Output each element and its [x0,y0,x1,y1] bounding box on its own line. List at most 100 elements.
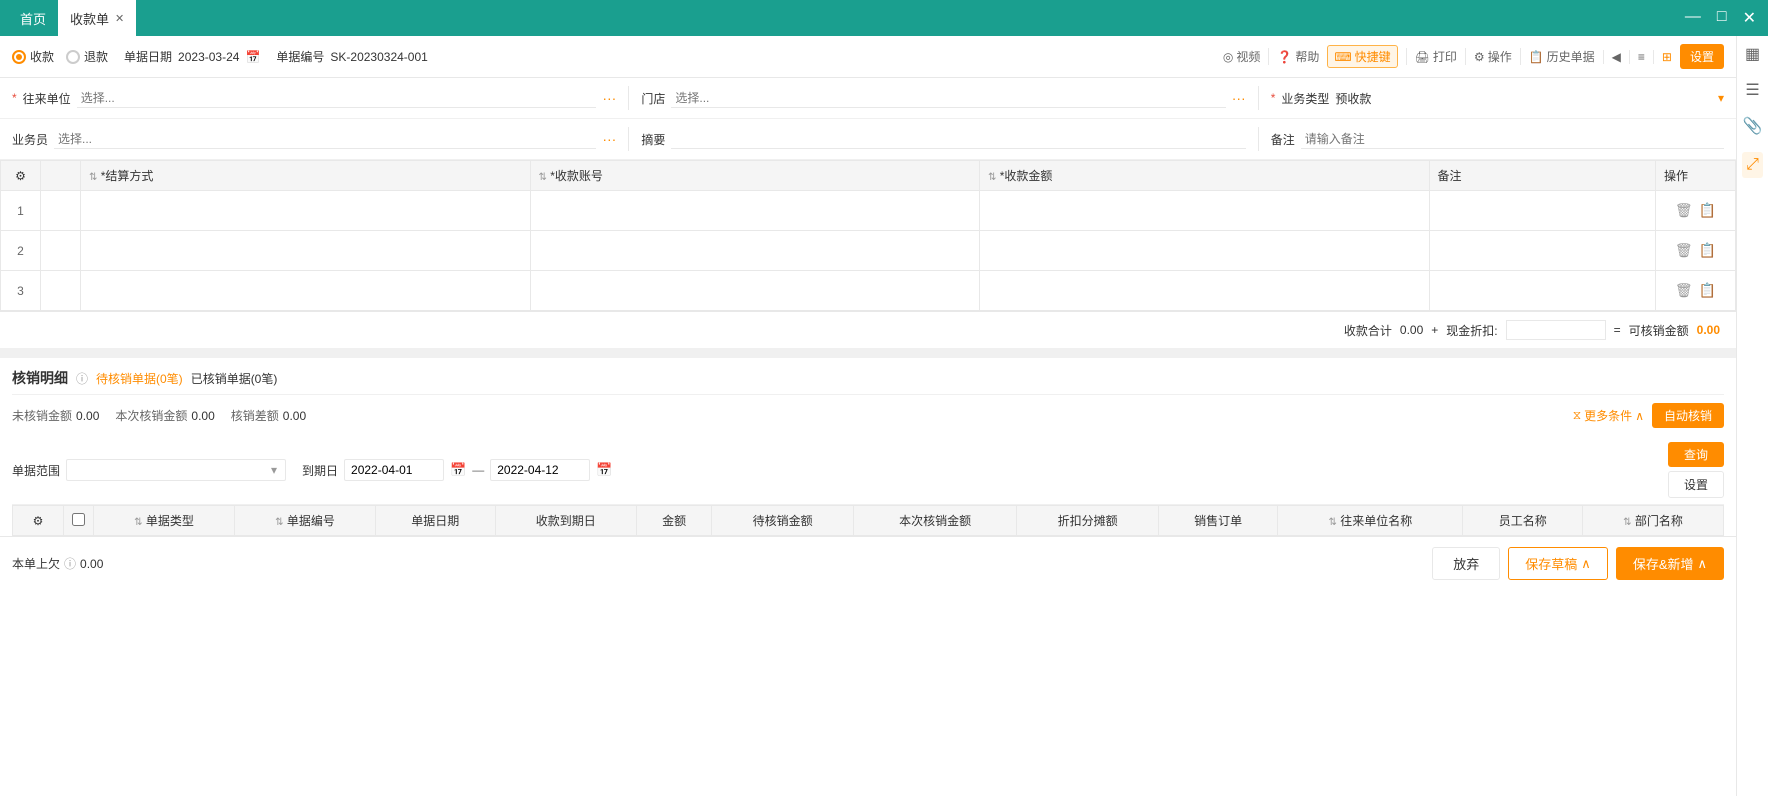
table-gear-col[interactable]: ⚙ [1,161,41,191]
form-row-1: * 往来单位 ··· 门店 ··· * 业务类型 预收款 ▾ [0,78,1736,119]
daoqiri-start-cal[interactable]: 📅 [450,462,466,478]
row-1-jine[interactable] [980,191,1430,231]
hediao-tab-pending[interactable]: 待核销单据(0笔) [96,370,183,387]
bencihexiao-value: 0.00 [191,409,214,423]
right-panel-expand-icon[interactable]: ⤢ [1742,152,1763,178]
wanglaidanwei-input[interactable] [77,89,597,108]
bt-check-all[interactable] [72,513,85,526]
nav-tab-home[interactable]: 首页 [8,0,58,36]
row-2-copy[interactable]: 📋 [1699,242,1716,259]
row-3-copy[interactable]: 📋 [1699,282,1716,299]
jiesuan-sort[interactable]: ⇅ [89,172,97,183]
shortcut-label: 快捷键 [1355,48,1391,65]
bt-gear-col[interactable]: ⚙ [13,506,64,536]
nav-prev-action[interactable]: ◀ [1603,50,1621,64]
yewuyuan-label: 业务员 [12,131,48,148]
print-action[interactable]: 🖨 打印 [1406,48,1457,65]
more-conditions-btn[interactable]: ⧖ 更多条件 ∧ [1573,407,1644,424]
totals-row: 收款合计 0.00 + 现金折扣: = 可核销金额 0.00 [0,311,1736,348]
table-body: 1 🗑 📋 2 [1,191,1736,311]
radio-shoukuan[interactable]: 收款 [12,48,54,65]
row-2-jiesuan[interactable] [81,231,531,271]
row-3-jiesuan[interactable] [81,271,531,311]
bt-check-col[interactable] [64,506,94,536]
operate-action[interactable]: ⚙ 操作 [1465,48,1512,65]
shoukuan-heji-value: 0.00 [1400,323,1423,337]
daoqiri-end-input[interactable] [490,459,590,481]
danjufanwei-select[interactable]: ▾ [66,459,286,481]
daoqiri-end-cal[interactable]: 📅 [596,462,612,478]
close-btn[interactable]: ✕ [1739,8,1760,28]
mendian-input[interactable] [671,89,1225,108]
danju-riqi-calendar[interactable]: 📅 [245,50,260,64]
nav-layout1-action[interactable]: ≡ [1629,50,1645,64]
query-btn[interactable]: 查询 [1668,442,1724,467]
save-new-btn[interactable]: 保存&新增 ∧ [1616,547,1724,580]
wanglaidanwei-more[interactable]: ··· [602,90,616,106]
right-panel-clip-icon[interactable]: 📎 [1743,116,1763,136]
hexiaochae-label: 核销差额 [231,407,279,424]
daoqiri-start-input[interactable] [344,459,444,481]
row-3-actions: 🗑 📋 [1656,271,1736,311]
right-panel-table-icon[interactable]: ▦ [1745,44,1760,64]
yewuyuan-more[interactable]: ··· [602,131,616,147]
row-2-jine[interactable] [980,231,1430,271]
nav-layout2-action[interactable]: ⊞ [1653,50,1672,64]
abandon-btn[interactable]: 放弃 [1432,547,1500,580]
history-icon: 📋 [1529,50,1544,64]
auto-hexiao-btn[interactable]: 自动核销 [1652,403,1724,428]
benjin-info-icon[interactable]: ⓘ [64,555,76,572]
danju-bianhao-label: 单据编号 [276,48,324,65]
bottom-table-header: ⚙ ⇅ 单据类型 ⇅ 单据编号 单据日期 收款到期日 [13,506,1724,536]
row-1-beizhu[interactable] [1429,191,1656,231]
save-new-arrow: ∧ [1697,556,1707,572]
xianjian-zheke-input[interactable] [1506,320,1606,340]
right-panel-list-icon[interactable]: ☰ [1745,80,1759,100]
zhaiyao-input[interactable] [671,130,1245,149]
jine-sort[interactable]: ⇅ [988,172,996,183]
row-3-delete[interactable]: 🗑 [1675,282,1693,299]
row-3-jine[interactable] [980,271,1430,311]
weihexiao-stat: 未核销金额 0.00 [12,407,99,424]
nav-tab-shoukuan[interactable]: 收款单 ✕ [58,0,136,36]
save-draft-btn[interactable]: 保存草稿 ∧ [1508,547,1608,580]
yewuleixing-dropdown[interactable]: ▾ [1718,91,1724,105]
date-separator: — [472,463,484,477]
radio-tuikuan[interactable]: 退款 [66,48,108,65]
row-3-zhanghu[interactable] [530,271,980,311]
hediao-section: 核销明细 ⓘ 待核销单据(0笔) 已核销单据(0笔) 未核销金额 0.00 本次… [0,358,1736,536]
bumen-sort[interactable]: ⇅ [1623,517,1631,528]
history-action[interactable]: 📋 历史单据 [1520,48,1595,65]
row-1-zhanghu[interactable] [530,191,980,231]
row-1-copy[interactable]: 📋 [1699,202,1716,219]
form-header: 收款 退款 单据日期 2023-03-24 📅 单据编号 SK-20230324… [0,36,1736,78]
wanglai-sort[interactable]: ⇅ [1329,517,1337,528]
shortcut-icon: ⌨ [1334,50,1351,64]
xianjian-zheke-label: 现金折扣: [1446,322,1497,339]
danjuleixing-sort[interactable]: ⇅ [134,517,142,528]
bencihexiao-label: 本次核销金额 [115,407,187,424]
help-action[interactable]: ❓ 帮助 [1268,48,1319,65]
hediao-header: 核销明细 ⓘ 待核销单据(0笔) 已核销单据(0笔) [12,358,1724,395]
row-1-jiesuan[interactable] [81,191,531,231]
beizhu-input[interactable] [1301,130,1724,149]
hediao-setting-btn[interactable]: 设置 [1668,471,1724,498]
row-2-beizhu[interactable] [1429,231,1656,271]
zhanghu-sort[interactable]: ⇅ [539,172,547,183]
video-action[interactable]: ◎ 视频 [1215,48,1261,65]
maximize-btn[interactable]: □ [1713,8,1731,28]
minimize-btn[interactable]: — [1681,8,1705,28]
row-1-delete[interactable]: 🗑 [1675,202,1693,219]
settings-button[interactable]: 设置 [1680,44,1724,69]
shoukuan-tab-close[interactable]: ✕ [115,12,124,25]
mendian-more[interactable]: ··· [1232,90,1246,106]
wanglaidanwei-label: 往来单位 [23,90,71,107]
danjubianma-sort[interactable]: ⇅ [275,517,283,528]
row-2-delete[interactable]: 🗑 [1675,242,1693,259]
row-3-beizhu[interactable] [1429,271,1656,311]
hediao-info-icon[interactable]: ⓘ [76,370,88,387]
yewuyuan-input[interactable] [54,130,596,149]
shortcut-action[interactable]: ⌨ 快捷键 [1327,45,1397,68]
hediao-tab-done[interactable]: 已核销单据(0笔) [191,370,278,387]
row-2-zhanghu[interactable] [530,231,980,271]
